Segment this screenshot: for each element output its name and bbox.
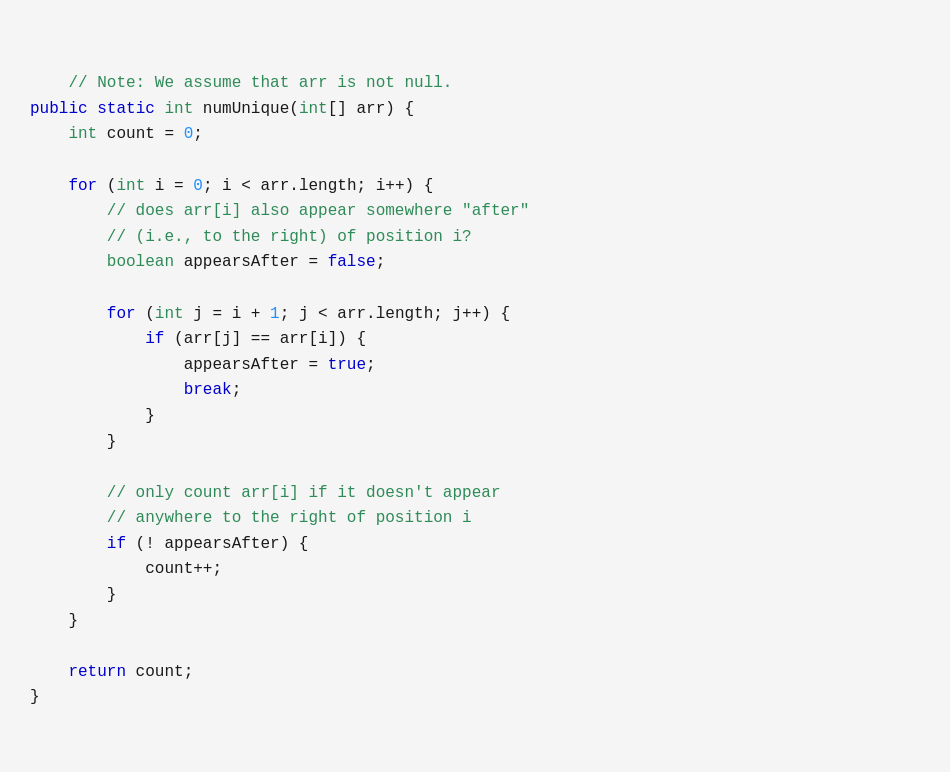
boolean-line: boolean appearsAfter = false; [107,253,385,271]
return-line: return count; [68,663,193,681]
code-container: // Note: We assume that arr is not null.… [0,0,950,772]
method-sig-line: public static int numUnique(int[] arr) { [30,100,414,118]
comment-only-count: // only count arr[i] if it doesn't appea… [107,484,501,502]
close-for-outer: } [68,612,78,630]
close-if-inner: } [145,407,155,425]
if-not-line: if (! appearsAfter) { [107,535,309,553]
count-pp-line: count++; [145,560,222,578]
close-if-not: } [107,586,117,604]
comment-anywhere-right: // anywhere to the right of position i [107,509,472,527]
break-line: break; [184,381,242,399]
code-block: // Note: We assume that arr is not null.… [30,20,920,737]
appears-true-line: appearsAfter = true; [184,356,376,374]
comment-note: // Note: We assume that arr is not null. [68,74,452,92]
for-inner-line: for (int j = i + 1; j < arr.length; j++)… [107,305,510,323]
int-count-line: int count = 0; [68,125,202,143]
comment-does-arr: // does arr[i] also appear somewhere "af… [107,202,529,220]
close-for-inner: } [107,433,117,451]
comment-ie-right: // (i.e., to the right) of position i? [107,228,472,246]
for-outer-line: for (int i = 0; i < arr.length; i++) { [68,177,433,195]
if-arr-line: if (arr[j] == arr[i]) { [145,330,366,348]
close-method: } [30,688,40,706]
